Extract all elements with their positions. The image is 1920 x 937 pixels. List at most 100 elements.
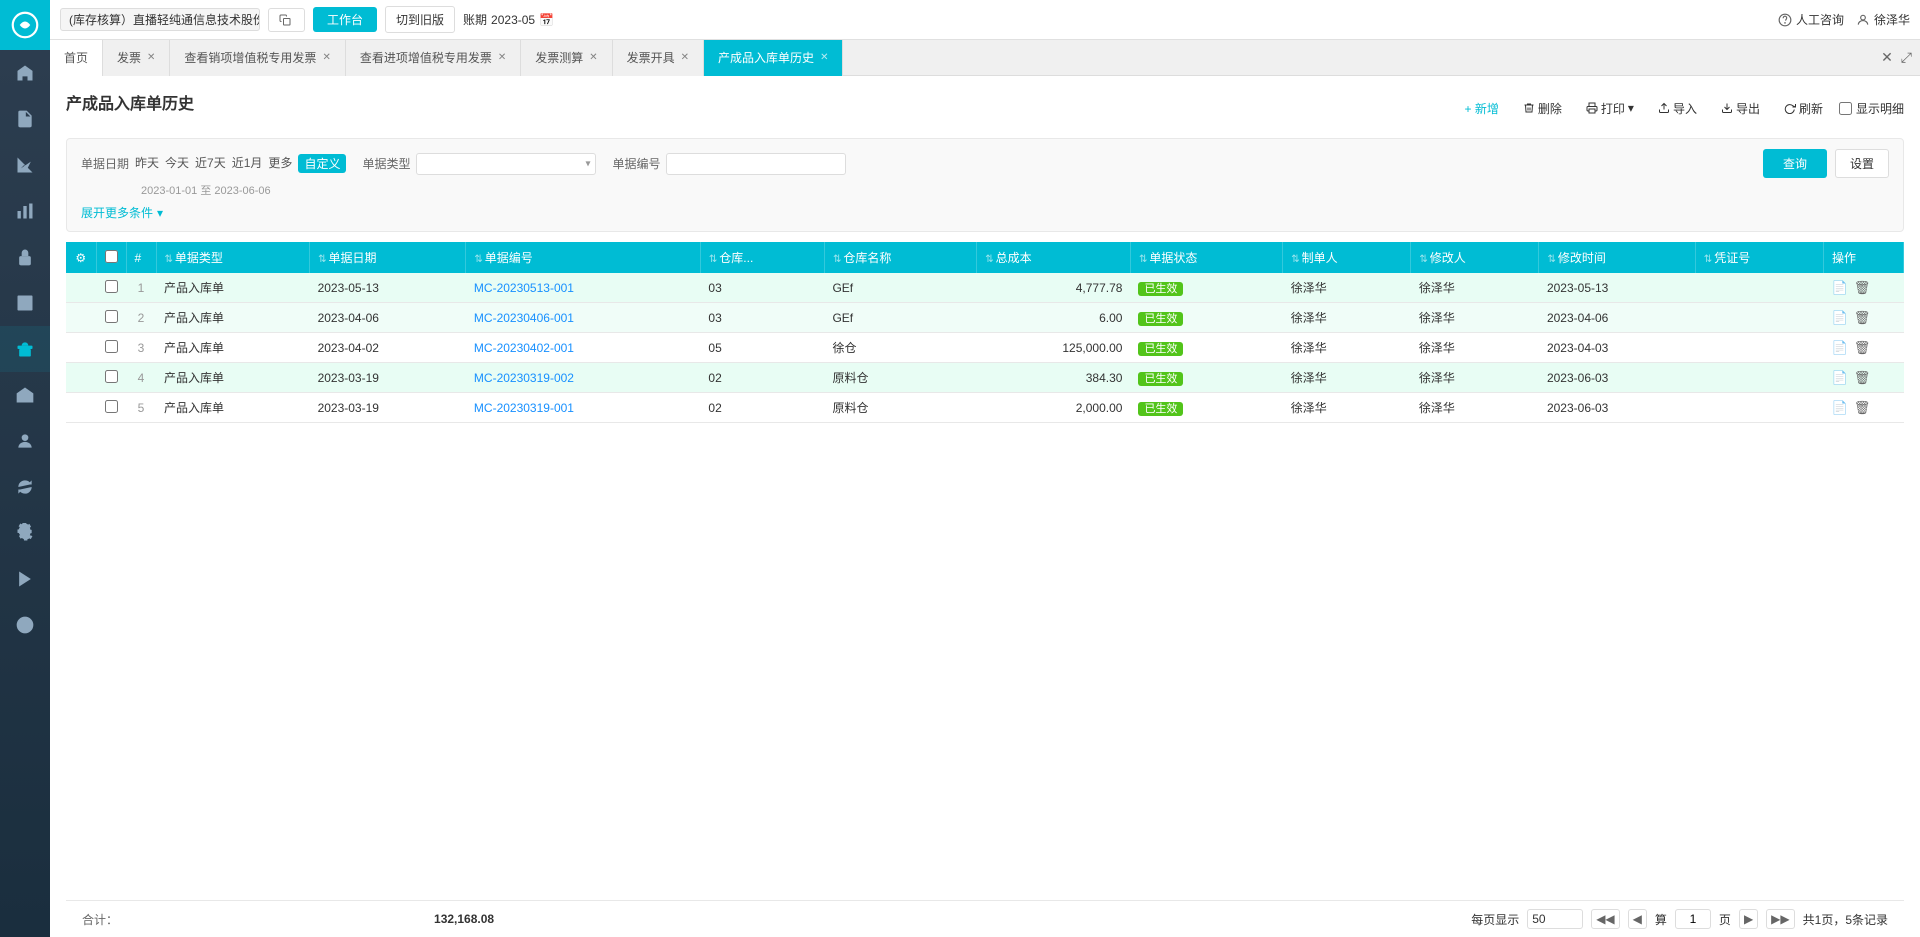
support-link[interactable]: 人工咨询 [1778, 11, 1844, 28]
row-number[interactable]: MC-20230319-001 [466, 393, 701, 423]
action-view-icon[interactable]: 📄 [1832, 340, 1848, 356]
row-checkbox[interactable] [105, 310, 118, 323]
row-number[interactable]: MC-20230406-001 [466, 303, 701, 333]
page-first-btn[interactable]: ◀◀ [1591, 909, 1619, 929]
date-more[interactable]: 更多 [268, 154, 292, 173]
expand-more-btn[interactable]: 展开更多条件 ▾ [81, 204, 1889, 221]
row-checkbox-cell[interactable] [96, 333, 126, 363]
action-delete-icon[interactable]: 🗑 [1854, 400, 1871, 416]
tab-history-close[interactable]: ✕ [820, 52, 828, 63]
row-number-link[interactable]: MC-20230402-001 [474, 341, 574, 355]
tab-open[interactable]: 发票开具 ✕ [613, 40, 704, 76]
col-voucher[interactable]: 凭证号 [1695, 242, 1823, 273]
gear-icon[interactable]: ⚙ [75, 251, 86, 265]
sidebar-item-warehouse[interactable] [0, 372, 50, 418]
tab-expand[interactable]: ⤢ [1901, 49, 1912, 66]
row-number-link[interactable]: MC-20230513-001 [474, 281, 574, 295]
new-button[interactable]: + 新增 [1457, 96, 1507, 121]
row-checkbox[interactable] [105, 340, 118, 353]
sidebar-item-doc[interactable] [0, 96, 50, 142]
tab-view-sales[interactable]: 查看销项增值税专用发票 ✕ [170, 40, 345, 76]
show-detail-checkbox[interactable]: 显示明细 [1839, 100, 1904, 117]
col-number[interactable]: 单据编号 [466, 242, 701, 273]
tab-calc[interactable]: 发票测算 ✕ [521, 40, 612, 76]
row-checkbox[interactable] [105, 400, 118, 413]
tab-history[interactable]: 产成品入库单历史 ✕ [704, 40, 843, 76]
export-button[interactable]: 导出 [1713, 96, 1768, 121]
user-profile[interactable]: 徐泽华 [1856, 11, 1910, 28]
delete-button[interactable]: 删除 [1515, 96, 1570, 121]
date-7days[interactable]: 近7天 [195, 154, 226, 173]
tab-view-purchase[interactable]: 查看进项增值税专用发票 ✕ [346, 40, 521, 76]
action-view-icon[interactable]: 📄 [1832, 280, 1848, 296]
sidebar-item-refresh2[interactable] [0, 464, 50, 510]
row-number-link[interactable]: MC-20230406-001 [474, 311, 574, 325]
sidebar-item-play[interactable] [0, 556, 50, 602]
show-detail-input[interactable] [1839, 102, 1852, 115]
col-modifier[interactable]: 修改人 [1411, 242, 1539, 273]
col-modify-time[interactable]: 修改时间 [1539, 242, 1695, 273]
select-all-checkbox[interactable] [105, 250, 118, 263]
row-checkbox-cell[interactable] [96, 393, 126, 423]
tab-invoice-close[interactable]: ✕ [147, 52, 155, 63]
workbench-button[interactable]: 工作台 [313, 7, 377, 32]
action-view-icon[interactable]: 📄 [1832, 370, 1848, 386]
action-view-icon[interactable]: 📄 [1832, 400, 1848, 416]
sidebar-item-user-circle[interactable] [0, 418, 50, 464]
sidebar-item-version[interactable] [0, 602, 50, 648]
print-button[interactable]: 打印 ▾ [1578, 96, 1642, 121]
row-checkbox-cell[interactable] [96, 363, 126, 393]
page-prev-btn[interactable]: ◀ [1628, 909, 1647, 929]
page-input[interactable] [1675, 909, 1711, 929]
date-today[interactable]: 今天 [165, 154, 189, 173]
tab-view-purchase-close[interactable]: ✕ [498, 52, 506, 63]
print-dropdown[interactable]: ▾ [1628, 101, 1634, 115]
col-total-cost[interactable]: 总成本 [977, 242, 1131, 273]
action-delete-icon[interactable]: 🗑 [1854, 310, 1871, 326]
import-button[interactable]: 导入 [1650, 96, 1705, 121]
sidebar-item-lock[interactable] [0, 234, 50, 280]
set-button[interactable]: 设置 [1835, 149, 1889, 178]
action-delete-icon[interactable]: 🗑 [1854, 340, 1871, 356]
row-checkbox[interactable] [105, 280, 118, 293]
per-page-select[interactable]: 50 100 [1527, 909, 1583, 929]
row-checkbox-cell[interactable] [96, 273, 126, 303]
filter-type-select[interactable]: 产品入库单 [416, 153, 596, 175]
tab-home[interactable]: 首页 [50, 40, 103, 76]
sidebar-item-table[interactable] [0, 280, 50, 326]
col-type[interactable]: 单据类型 [156, 242, 310, 273]
row-number[interactable]: MC-20230513-001 [466, 273, 701, 303]
date-custom[interactable]: 自定义 [298, 154, 346, 173]
filter-number-input[interactable] [666, 153, 846, 175]
col-warehouse-code[interactable]: 仓库... [700, 242, 824, 273]
copy-button[interactable] [268, 8, 305, 32]
tab-invoice[interactable]: 发票 ✕ [103, 40, 170, 76]
tab-calc-close[interactable]: ✕ [589, 52, 597, 63]
company-selector[interactable]: (库存核算）直播轻纯通信息技术股份... ▾ [60, 8, 260, 31]
col-settings[interactable]: ⚙ [66, 242, 96, 273]
sidebar-item-analytics[interactable] [0, 188, 50, 234]
col-checkbox[interactable] [96, 242, 126, 273]
switch-old-button[interactable]: 切到旧版 [385, 6, 455, 33]
col-status[interactable]: 单据状态 [1130, 242, 1282, 273]
sidebar-item-chart[interactable] [0, 142, 50, 188]
sidebar-item-settings2[interactable] [0, 510, 50, 556]
sidebar-item-gift[interactable] [0, 326, 50, 372]
action-view-icon[interactable]: 📄 [1832, 310, 1848, 326]
date-1month[interactable]: 近1月 [232, 154, 263, 173]
page-last-btn[interactable]: ▶▶ [1766, 909, 1794, 929]
action-delete-icon[interactable]: 🗑 [1854, 370, 1871, 386]
tab-close-all[interactable]: ✕ [1881, 49, 1893, 66]
sidebar-item-home[interactable] [0, 50, 50, 96]
col-warehouse-name[interactable]: 仓库名称 [824, 242, 976, 273]
row-number-link[interactable]: MC-20230319-001 [474, 401, 574, 415]
row-number-link[interactable]: MC-20230319-002 [474, 371, 574, 385]
page-next-btn[interactable]: ▶ [1739, 909, 1758, 929]
row-checkbox-cell[interactable] [96, 303, 126, 333]
row-number[interactable]: MC-20230319-002 [466, 363, 701, 393]
row-number[interactable]: MC-20230402-001 [466, 333, 701, 363]
query-button[interactable]: 查询 [1763, 149, 1827, 178]
tab-open-close[interactable]: ✕ [681, 52, 689, 63]
refresh-button[interactable]: 刷新 [1776, 96, 1831, 121]
col-creator[interactable]: 制单人 [1283, 242, 1411, 273]
